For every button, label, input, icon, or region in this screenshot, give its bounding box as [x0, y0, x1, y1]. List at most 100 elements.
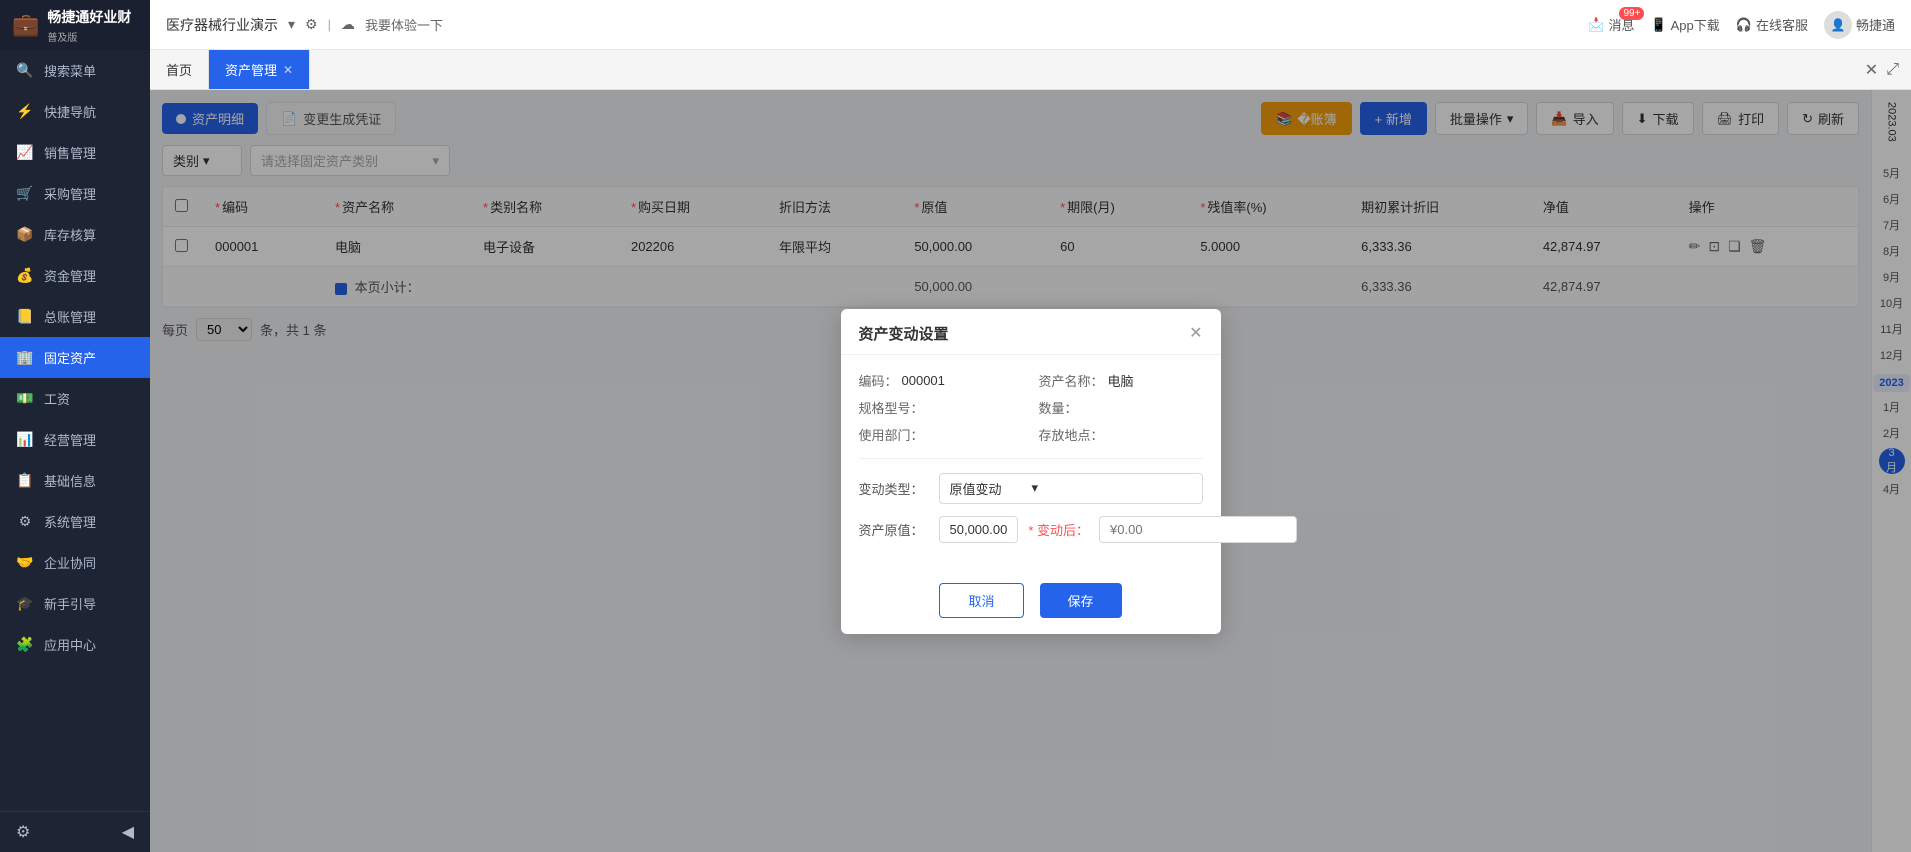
modal-code-label: 编码：	[859, 371, 898, 390]
notification-button[interactable]: 📩 消息 99+	[1588, 15, 1634, 34]
sidebar-item-sales[interactable]: 📈 销售管理	[0, 132, 150, 173]
modal-after-label: * 变动后：	[1028, 520, 1089, 539]
sidebar-scroll: 🔍 搜索菜单 ⚡ 快捷导航 📈 销售管理 🛒 采购管理 📦 库存核算 💰 资金管…	[0, 50, 150, 811]
download-icon: 📱	[1650, 17, 1666, 33]
sidebar-item-collab[interactable]: 🤝 企业协同	[0, 542, 150, 583]
service-icon: 🎧	[1736, 17, 1752, 33]
modal-footer: 取消 保存	[841, 571, 1221, 634]
sidebar-item-label: 系统管理	[44, 512, 96, 531]
modal-name-label: 资产名称：	[1039, 371, 1104, 390]
company-name: 医疗器械行业演示	[166, 15, 278, 35]
modal-code-field: 编码： 000001	[859, 371, 1023, 390]
sidebar-bottom: ⚙ ◀	[0, 811, 150, 852]
modal-after-change-input[interactable]	[1099, 516, 1297, 543]
sidebar-item-label: 资金管理	[44, 266, 96, 285]
modal-qty-field: 数量：	[1039, 398, 1203, 417]
sidebar-item-label: 基础信息	[44, 471, 96, 490]
user-avatar-area[interactable]: 👤 畅捷通	[1824, 11, 1895, 39]
online-service-button[interactable]: 🎧 在线客服	[1736, 15, 1808, 34]
sidebar-item-system[interactable]: ⚙ 系统管理	[0, 501, 150, 542]
avatar: 👤	[1824, 11, 1852, 39]
settings-icon[interactable]: ⚙	[16, 822, 30, 842]
info-icon: 📋	[16, 472, 34, 490]
ledger-icon: 📒	[16, 308, 34, 326]
sidebar-item-label: 经营管理	[44, 430, 96, 449]
modal-cancel-button[interactable]: 取消	[939, 583, 1023, 618]
topbar-left: 医疗器械行业演示 ▾ ⚙ | ☁ 我要体验一下	[166, 15, 443, 35]
logo-area: 💼 畅捷通好业财 普及版	[0, 0, 150, 50]
sidebar-item-label: 采购管理	[44, 184, 96, 203]
tab-asset-management[interactable]: 资产管理 ✕	[209, 50, 310, 89]
experience-button[interactable]: 我要体验一下	[365, 15, 443, 34]
guide-icon: 🎓	[16, 595, 34, 613]
modal-title: 资产变动设置	[859, 323, 949, 344]
sidebar-item-quick-nav[interactable]: ⚡ 快捷导航	[0, 91, 150, 132]
modal-code-value: 000001	[902, 373, 945, 388]
sidebar-item-label: 应用中心	[44, 635, 96, 654]
money-icon: 💰	[16, 267, 34, 285]
modal-change-type-row: 变动类型： 原值变动 ▾	[859, 473, 1203, 504]
modal-spec-field: 规格型号：	[859, 398, 1023, 417]
user-name: 畅捷通	[1856, 15, 1895, 34]
modal-qty-label: 数量：	[1039, 398, 1078, 417]
sidebar-item-label: 快捷导航	[44, 102, 96, 121]
building-icon: 🏢	[16, 349, 34, 367]
window-close-icon[interactable]: ✕	[1865, 60, 1878, 80]
modal-overlay: 资产变动设置 ✕ 编码： 000001 资产名称： 电脑	[150, 90, 1911, 852]
app-logo: 畅捷通好业财	[47, 7, 131, 27]
sidebar: 💼 畅捷通好业财 普及版 🔍 搜索菜单 ⚡ 快捷导航 📈 销售管理 🛒 采购管理…	[0, 0, 150, 852]
modal-change-type-select[interactable]: 原值变动 ▾	[939, 473, 1203, 504]
asset-change-modal: 资产变动设置 ✕ 编码： 000001 资产名称： 电脑	[841, 309, 1221, 634]
sidebar-item-label: 工资	[44, 389, 70, 408]
tab-asset-label: 资产管理	[225, 60, 277, 79]
sidebar-item-guide[interactable]: 🎓 新手引导	[0, 583, 150, 624]
sidebar-item-search[interactable]: 🔍 搜索菜单	[0, 50, 150, 91]
sidebar-item-label: 搜索菜单	[44, 61, 96, 80]
sidebar-item-ledger[interactable]: 📒 总账管理	[0, 296, 150, 337]
window-expand-icon[interactable]: ⤢	[1886, 61, 1899, 79]
modal-location-field: 存放地点：	[1039, 425, 1203, 444]
topbar-right: 📩 消息 99+ 📱 App下载 🎧 在线客服 👤 畅捷通	[1588, 11, 1895, 39]
dollar-icon: 💵	[16, 390, 34, 408]
bell-icon: 📩	[1588, 17, 1604, 33]
modal-header: 资产变动设置 ✕	[841, 309, 1221, 355]
cloud-icon: ☁	[341, 16, 355, 33]
sidebar-item-purchase[interactable]: 🛒 采购管理	[0, 173, 150, 214]
sidebar-item-label: 固定资产	[44, 348, 96, 367]
tabbar: 首页 资产管理 ✕ ✕ ⤢	[150, 50, 1911, 90]
sidebar-item-label: 库存核算	[44, 225, 96, 244]
system-icon: ⚙	[16, 513, 34, 531]
app-version: 普及版	[47, 29, 131, 44]
sidebar-item-app-center[interactable]: 🧩 应用中心	[0, 624, 150, 665]
modal-change-type-value: 原值变动	[950, 479, 1002, 498]
modal-change-type-label: 变动类型：	[859, 479, 929, 498]
app-icon: 🧩	[16, 636, 34, 654]
tabbar-controls: ✕ ⤢	[1853, 60, 1911, 80]
modal-body: 编码： 000001 资产名称： 电脑 规格型号： 数量：	[841, 355, 1221, 571]
sidebar-item-label: 总账管理	[44, 307, 96, 326]
modal-info-grid: 编码： 000001 资产名称： 电脑 规格型号： 数量：	[859, 371, 1203, 444]
app-download-button[interactable]: 📱 App下载	[1650, 15, 1719, 34]
tab-close-icon[interactable]: ✕	[283, 63, 293, 77]
collapse-icon[interactable]: ◀	[122, 822, 134, 842]
sidebar-item-basic-info[interactable]: 📋 基础信息	[0, 460, 150, 501]
sidebar-item-fixed-assets[interactable]: 🏢 固定资产	[0, 337, 150, 378]
modal-dept-field: 使用部门：	[859, 425, 1023, 444]
collab-icon: 🤝	[16, 554, 34, 572]
modal-close-button[interactable]: ✕	[1189, 323, 1202, 343]
tab-home[interactable]: 首页	[150, 50, 209, 89]
sidebar-item-inventory[interactable]: 📦 库存核算	[0, 214, 150, 255]
lightning-icon: ⚡	[16, 103, 34, 121]
sidebar-item-operations[interactable]: 📊 经营管理	[0, 419, 150, 460]
sidebar-item-label: 企业协同	[44, 553, 96, 572]
sidebar-item-label: 销售管理	[44, 143, 96, 162]
sidebar-item-funds[interactable]: 💰 资金管理	[0, 255, 150, 296]
sidebar-item-payroll[interactable]: 💵 工资	[0, 378, 150, 419]
dropdown-icon[interactable]: ▾	[288, 16, 295, 33]
modal-save-button[interactable]: 保存	[1040, 583, 1122, 618]
modal-asset-value-label: 资产原值：	[859, 520, 929, 539]
tab-home-label: 首页	[166, 60, 192, 79]
settings-gear-icon[interactable]: ⚙	[305, 16, 318, 33]
ops-icon: 📊	[16, 431, 34, 449]
modal-value-row: 资产原值： 50,000.00 * 变动后：	[859, 516, 1203, 543]
